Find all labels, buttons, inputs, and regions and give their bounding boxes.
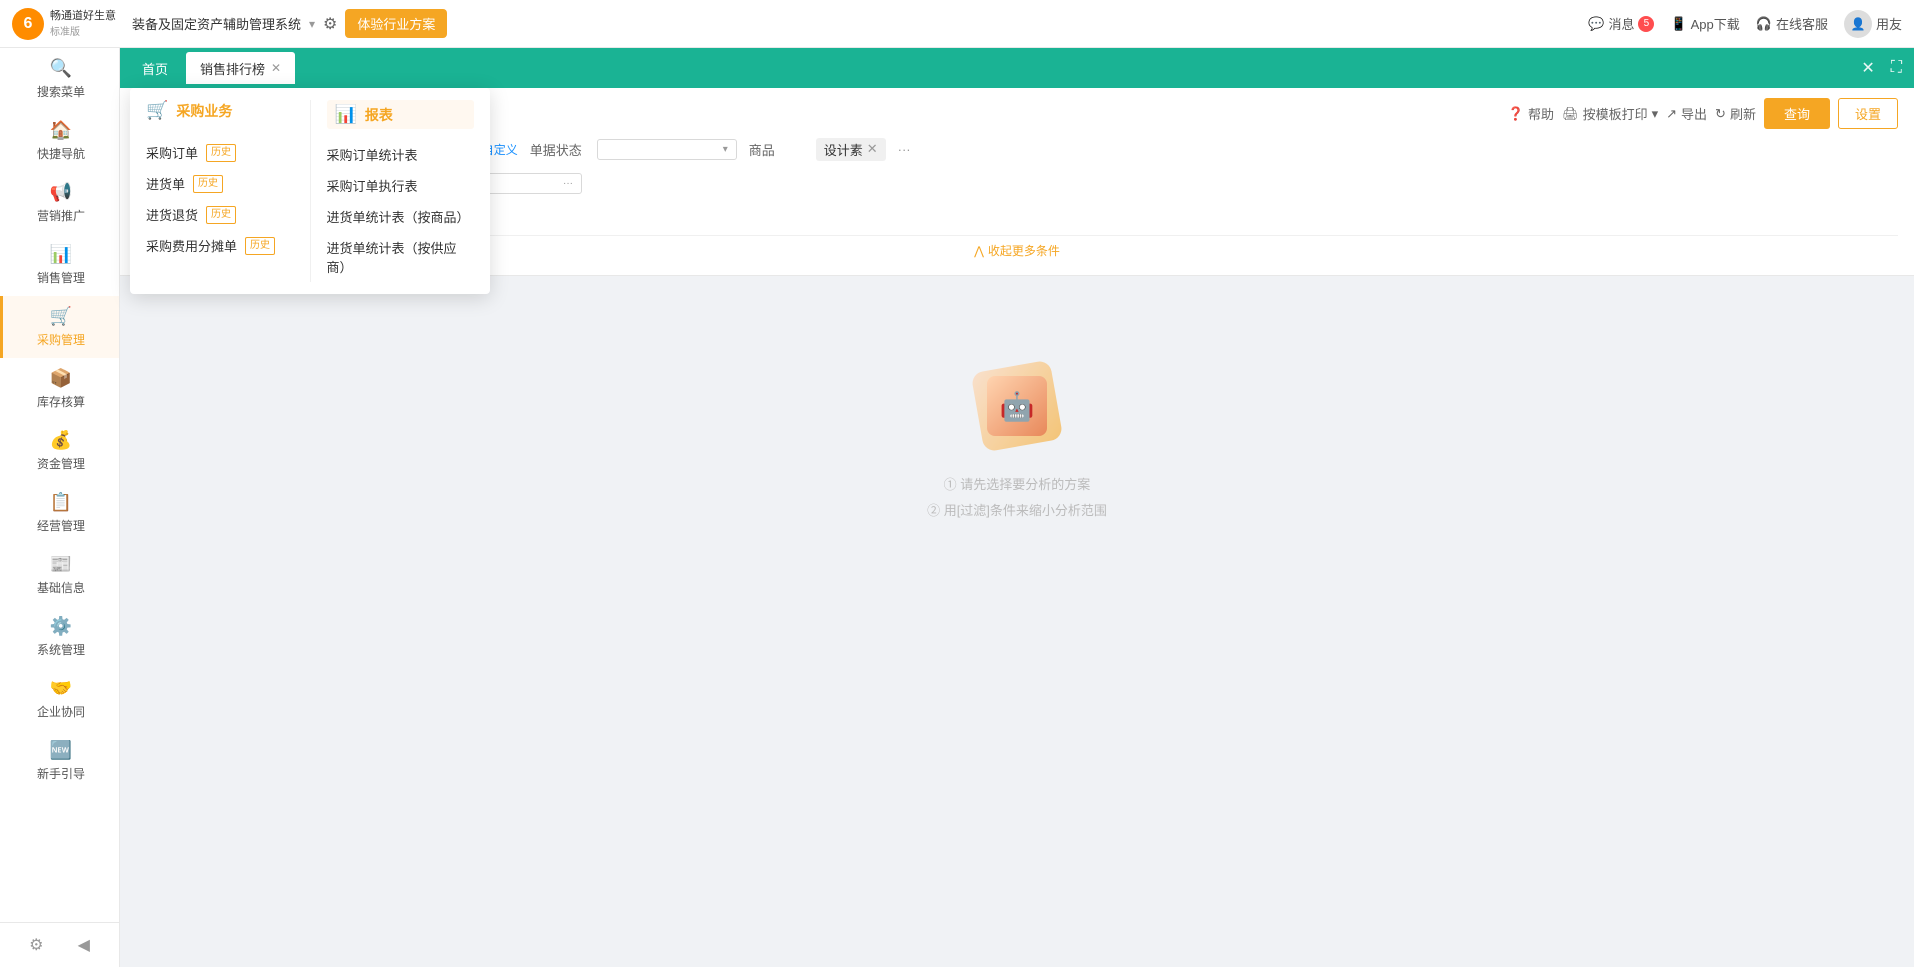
dropdown-overlay[interactable]: 🛒 采购业务 采购订单 历史 进货单 历史 进货退货 历史 采购费用分摊单 历史 xyxy=(0,0,1914,967)
purchase-expense-history[interactable]: 历史 xyxy=(245,237,275,255)
dropdown-menu: 🛒 采购业务 采购订单 历史 进货单 历史 进货退货 历史 采购费用分摊单 历史 xyxy=(130,88,490,294)
po-exec-label: 采购订单执行表 xyxy=(327,176,418,195)
purchase-expense-label: 采购费用分摊单 xyxy=(146,236,237,255)
si-by-supplier-label: 进货单统计表（按供应商） xyxy=(327,238,475,276)
stock-return-history[interactable]: 历史 xyxy=(206,206,236,224)
dropdown-item-purchase-order[interactable]: 采购订单 历史 xyxy=(146,137,294,168)
dropdown-item-stock-in[interactable]: 进货单 历史 xyxy=(146,168,294,199)
stock-in-history[interactable]: 历史 xyxy=(193,175,223,193)
purchase-col-header: 🛒 采购业务 xyxy=(146,100,294,127)
purchase-order-label: 采购订单 xyxy=(146,143,198,162)
purchase-col: 🛒 采购业务 采购订单 历史 进货单 历史 进货退货 历史 采购费用分摊单 历史 xyxy=(130,100,310,282)
dropdown-item-po-stats[interactable]: 采购订单统计表 xyxy=(327,139,475,170)
dropdown-item-si-by-goods[interactable]: 进货单统计表（按商品） xyxy=(327,201,475,232)
si-by-goods-label: 进货单统计表（按商品） xyxy=(327,207,470,226)
stock-return-label: 进货退货 xyxy=(146,205,198,224)
report-col-title: 报表 xyxy=(365,105,393,125)
report-col: 📊 报表 采购订单统计表 采购订单执行表 进货单统计表（按商品） 进货单统计表（… xyxy=(310,100,491,282)
po-stats-label: 采购订单统计表 xyxy=(327,145,418,164)
purchase-order-history[interactable]: 历史 xyxy=(206,144,236,162)
purchase-col-icon: 🛒 xyxy=(146,100,168,121)
purchase-col-title: 采购业务 xyxy=(176,101,232,121)
report-col-icon: 📊 xyxy=(335,104,357,125)
report-col-header: 📊 报表 xyxy=(327,100,475,129)
dropdown-item-po-exec[interactable]: 采购订单执行表 xyxy=(327,170,475,201)
dropdown-item-stock-return[interactable]: 进货退货 历史 xyxy=(146,199,294,230)
dropdown-item-si-by-supplier[interactable]: 进货单统计表（按供应商） xyxy=(327,232,475,282)
dropdown-item-purchase-expense[interactable]: 采购费用分摊单 历史 xyxy=(146,230,294,261)
stock-in-label: 进货单 xyxy=(146,174,185,193)
